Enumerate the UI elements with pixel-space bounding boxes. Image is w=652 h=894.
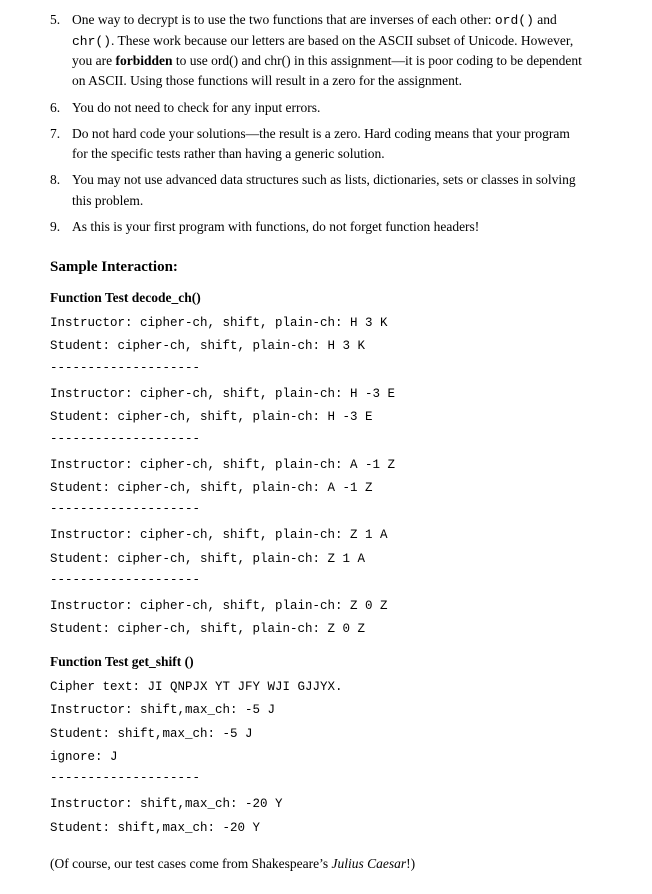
sample-interaction-title: Sample Interaction: [50, 259, 612, 276]
decode-sep-4: -------------------- [50, 573, 612, 587]
decode-group-5: Instructor: cipher-ch, shift, plain-ch: … [50, 597, 612, 640]
list-content-9: As this is your first program with funct… [72, 217, 612, 237]
decode-student-2: Student: cipher-ch, shift, plain-ch: H -… [50, 408, 612, 427]
decode-instructor-3: Instructor: cipher-ch, shift, plain-ch: … [50, 456, 612, 475]
decode-instructor-1: Instructor: cipher-ch, shift, plain-ch: … [50, 314, 612, 333]
footer-text1: (Of course, our test cases come from Sha… [50, 856, 332, 871]
list-content-8: You may not use advanced data structures… [72, 170, 612, 211]
list-content-6: You do not need to check for any input e… [72, 98, 612, 118]
decode-group-3: Instructor: cipher-ch, shift, plain-ch: … [50, 456, 612, 517]
decode-instructor-4: Instructor: cipher-ch, shift, plain-ch: … [50, 526, 612, 545]
get-shift-instructor-1: Instructor: shift,max_ch: -5 J [50, 701, 612, 720]
get-shift-instructor-2: Instructor: shift,max_ch: -20 Y [50, 795, 612, 814]
list-content-7: Do not hard code your solutions—the resu… [72, 124, 612, 165]
list-item-6: 6. You do not need to check for any inpu… [50, 98, 612, 118]
decode-group-1: Instructor: cipher-ch, shift, plain-ch: … [50, 314, 612, 375]
cipher-text-line: Cipher text: JI QNPJX YT JFY WJI GJJYX. [50, 678, 612, 697]
list-num-6: 6. [50, 98, 72, 118]
decode-student-1: Student: cipher-ch, shift, plain-ch: H 3… [50, 337, 612, 356]
decode-sep-3: -------------------- [50, 502, 612, 516]
code-chr: chr() [72, 34, 111, 49]
decode-student-3: Student: cipher-ch, shift, plain-ch: A -… [50, 479, 612, 498]
ignore-line: ignore: J [50, 748, 612, 767]
get-shift-student-2: Student: shift,max_ch: -20 Y [50, 819, 612, 838]
list-content-5: One way to decrypt is to use the two fun… [72, 10, 612, 92]
decode-ch-title: Function Test decode_ch() [50, 290, 612, 306]
forbidden-text: forbidden [115, 53, 172, 68]
decode-instructor-2: Instructor: cipher-ch, shift, plain-ch: … [50, 385, 612, 404]
decode-sep-2: -------------------- [50, 432, 612, 446]
get-shift-group-2: Instructor: shift,max_ch: -20 Y Student:… [50, 795, 612, 838]
decode-instructor-5: Instructor: cipher-ch, shift, plain-ch: … [50, 597, 612, 616]
footer-text2: !) [406, 856, 415, 871]
list-num-5: 5. [50, 10, 72, 92]
decode-sep-1: -------------------- [50, 361, 612, 375]
code-ord: ord() [495, 13, 534, 28]
list-item-7: 7. Do not hard code your solutions—the r… [50, 124, 612, 165]
requirements-list: 5. One way to decrypt is to use the two … [50, 10, 612, 237]
get-shift-sep-1: -------------------- [50, 771, 612, 785]
decode-student-5: Student: cipher-ch, shift, plain-ch: Z 0… [50, 620, 612, 639]
list-num-8: 8. [50, 170, 72, 211]
get-shift-group-1: Cipher text: JI QNPJX YT JFY WJI GJJYX. … [50, 678, 612, 786]
decode-group-4: Instructor: cipher-ch, shift, plain-ch: … [50, 526, 612, 587]
list-item-9: 9. As this is your first program with fu… [50, 217, 612, 237]
list-item-5: 5. One way to decrypt is to use the two … [50, 10, 612, 92]
list-num-9: 9. [50, 217, 72, 237]
list-item-8: 8. You may not use advanced data structu… [50, 170, 612, 211]
footer-italic: Julius Caesar [332, 856, 407, 871]
footer-note: (Of course, our test cases come from Sha… [50, 854, 612, 874]
get-shift-student-1: Student: shift,max_ch: -5 J [50, 725, 612, 744]
decode-group-2: Instructor: cipher-ch, shift, plain-ch: … [50, 385, 612, 446]
get-shift-title: Function Test get_shift () [50, 654, 612, 670]
list-num-7: 7. [50, 124, 72, 165]
decode-student-4: Student: cipher-ch, shift, plain-ch: Z 1… [50, 550, 612, 569]
